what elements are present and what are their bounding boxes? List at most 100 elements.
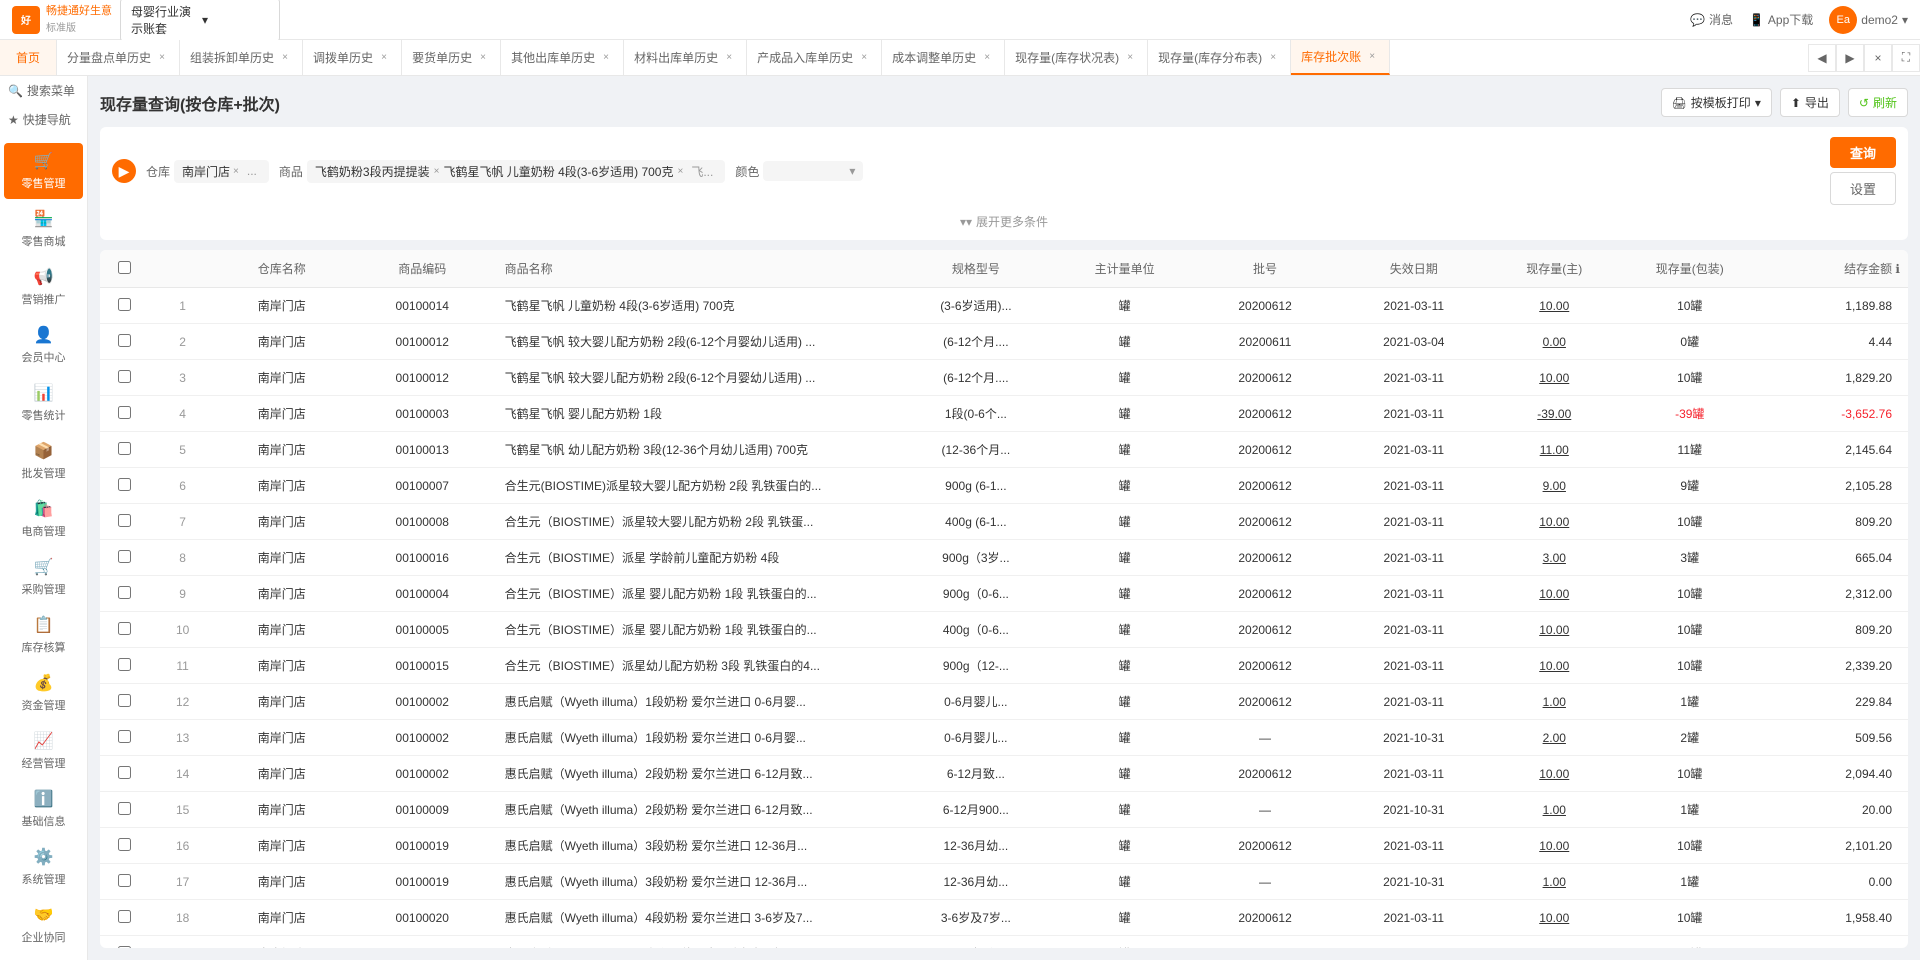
tab-cailiao-close[interactable]: × [722, 51, 736, 65]
tab-close-all-btn[interactable]: × [1864, 44, 1892, 72]
sidebar-item-guide[interactable]: 🎯 新手引导 [4, 955, 83, 960]
tab-chengpin-close[interactable]: × [857, 51, 871, 65]
row-qty[interactable]: 9.00 [1488, 468, 1620, 504]
export-btn[interactable]: ⬆ 导出 [1780, 88, 1840, 117]
row-checkbox[interactable] [100, 288, 150, 324]
tab-chengben-close[interactable]: × [980, 51, 994, 65]
filter-warehouse-close[interactable]: × [233, 166, 239, 177]
row-qty[interactable]: 10.00 [1488, 360, 1620, 396]
tab-zuzhuang[interactable]: 组装拆卸单历史 × [180, 40, 303, 75]
sidebar-item-retail[interactable]: 🛒 零售管理 [4, 143, 83, 199]
tab-diaobo[interactable]: 调拨单历史 × [303, 40, 402, 75]
row-qty[interactable]: 10.00 [1488, 576, 1620, 612]
row-checkbox[interactable] [100, 432, 150, 468]
user-area[interactable]: Ea demo2 ▾ [1829, 6, 1908, 34]
row-qty[interactable]: 10.00 [1488, 288, 1620, 324]
tab-yaohuo[interactable]: 要货单历史 × [402, 40, 501, 75]
tab-cailiao[interactable]: 材料出库单历史 × [624, 40, 747, 75]
filter-goods-tag1-close[interactable]: × [434, 166, 440, 177]
tab-chengpin[interactable]: 产成品入库单历史 × [747, 40, 882, 75]
template-print-btn[interactable]: 🖨 按模板打印 ▾ [1661, 88, 1772, 117]
sidebar-item-marketing[interactable]: 📢 营销推广 [4, 259, 83, 315]
tab-home[interactable]: 首页 [0, 40, 57, 75]
row-qty[interactable]: 11.00 [1488, 432, 1620, 468]
row-checkbox[interactable] [100, 396, 150, 432]
warehouse-selector[interactable]: 母婴行业演示账套 ▾ [120, 0, 280, 42]
query-btn[interactable]: 查询 [1830, 137, 1896, 168]
sidebar-item-system[interactable]: ⚙️ 系统管理 [4, 839, 83, 895]
tab-xiancun-zk[interactable]: 现存量(库存状况表) × [1005, 40, 1148, 75]
row-checkbox[interactable] [100, 864, 150, 900]
sidebar-quick-nav[interactable]: ★ 快捷导航 [0, 105, 87, 134]
row-checkbox[interactable] [100, 900, 150, 936]
sidebar-item-shop[interactable]: 🏪 零售商城 [4, 201, 83, 257]
sidebar-item-retail-stats[interactable]: 📊 零售统计 [4, 375, 83, 431]
row-qty[interactable]: 1.00 [1488, 864, 1620, 900]
row-qty[interactable]: 10.00 [1488, 504, 1620, 540]
tab-fenpan-close[interactable]: × [155, 51, 169, 65]
table-container[interactable]: 仓库名称 商品编码 商品名称 规格型号 主计量单位 [100, 250, 1908, 948]
settings-btn[interactable]: 设置 [1830, 172, 1896, 205]
filter-toggle-btn[interactable]: ▶ [112, 159, 136, 183]
row-checkbox[interactable] [100, 540, 150, 576]
sidebar-item-purchase[interactable]: 🛒 采购管理 [4, 549, 83, 605]
filter-color-dropdown[interactable]: ▾ [849, 164, 855, 178]
sidebar-item-basic[interactable]: ℹ️ 基础信息 [4, 781, 83, 837]
tab-xiancun-fb-close[interactable]: × [1266, 51, 1280, 65]
row-checkbox[interactable] [100, 756, 150, 792]
row-qty[interactable]: 10.00 [1488, 612, 1620, 648]
tab-chuku-close[interactable]: × [599, 51, 613, 65]
tab-kucun-pici[interactable]: 库存批次账 × [1291, 40, 1390, 75]
sidebar-item-operations[interactable]: 📈 经营管理 [4, 723, 83, 779]
filter-goods-dots[interactable]: 飞... [687, 163, 717, 180]
row-qty[interactable]: 3.00 [1488, 540, 1620, 576]
row-qty[interactable]: 10.00 [1488, 756, 1620, 792]
tab-zuzhuang-close[interactable]: × [278, 51, 292, 65]
row-checkbox[interactable] [100, 792, 150, 828]
tab-next-btn[interactable]: ▶ [1836, 44, 1864, 72]
app-download-btn[interactable]: 📱 App下载 [1749, 11, 1813, 28]
tab-diaobo-close[interactable]: × [377, 51, 391, 65]
tab-xiancun-fb[interactable]: 现存量(库存分布表) × [1148, 40, 1291, 75]
select-all-checkbox[interactable] [118, 261, 131, 274]
filter-expand[interactable]: ▾▾ 展开更多条件 [112, 213, 1896, 230]
row-checkbox[interactable] [100, 936, 150, 949]
filter-goods-group[interactable]: 飞鹤奶粉3段丙提提装 × 飞鹤星飞帆 儿童奶粉 4段(3-6岁适用) 700克 … [307, 160, 725, 183]
sidebar-item-wholesale[interactable]: 📦 批发管理 [4, 433, 83, 489]
refresh-btn[interactable]: ↺ 刷新 [1848, 88, 1908, 117]
sidebar-item-ecommerce[interactable]: 🛍️ 电商管理 [4, 491, 83, 547]
row-checkbox[interactable] [100, 612, 150, 648]
row-qty[interactable]: 10.00 [1488, 936, 1620, 949]
row-checkbox[interactable] [100, 504, 150, 540]
row-checkbox[interactable] [100, 684, 150, 720]
tab-fullscreen-btn[interactable]: ⛶ [1892, 44, 1920, 72]
tab-xiancun-zk-close[interactable]: × [1123, 51, 1137, 65]
tab-prev-btn[interactable]: ◀ [1808, 44, 1836, 72]
row-qty[interactable]: 10.00 [1488, 648, 1620, 684]
row-qty[interactable]: 1.00 [1488, 792, 1620, 828]
tab-fenpan[interactable]: 分量盘点单历史 × [57, 40, 180, 75]
sidebar-item-inventory[interactable]: 📋 库存核算 [4, 607, 83, 663]
message-btn[interactable]: 💬 消息 [1690, 11, 1733, 28]
row-checkbox[interactable] [100, 468, 150, 504]
sidebar-item-finance[interactable]: 💰 资金管理 [4, 665, 83, 721]
row-checkbox[interactable] [100, 828, 150, 864]
row-qty[interactable]: 10.00 [1488, 900, 1620, 936]
sidebar-search[interactable]: 🔍 搜索菜单 [0, 76, 87, 105]
row-checkbox[interactable] [100, 720, 150, 756]
row-checkbox[interactable] [100, 648, 150, 684]
filter-warehouse-group[interactable]: 南岸门店 × ... [174, 160, 269, 183]
tab-chuku[interactable]: 其他出库单历史 × [501, 40, 624, 75]
filter-color-group[interactable]: ▾ [763, 161, 863, 181]
tab-yaohuo-close[interactable]: × [476, 51, 490, 65]
row-qty[interactable]: 0.00 [1488, 324, 1620, 360]
row-qty[interactable]: 10.00 [1488, 828, 1620, 864]
row-qty[interactable]: -39.00 [1488, 396, 1620, 432]
sidebar-item-enterprise[interactable]: 🤝 企业协同 [4, 897, 83, 953]
filter-warehouse-dots[interactable]: ... [243, 164, 261, 178]
filter-goods-tag2-close[interactable]: × [677, 166, 683, 177]
tab-kucun-pici-close[interactable]: × [1365, 50, 1379, 64]
row-checkbox[interactable] [100, 576, 150, 612]
row-checkbox[interactable] [100, 324, 150, 360]
sidebar-item-member[interactable]: 👤 会员中心 [4, 317, 83, 373]
